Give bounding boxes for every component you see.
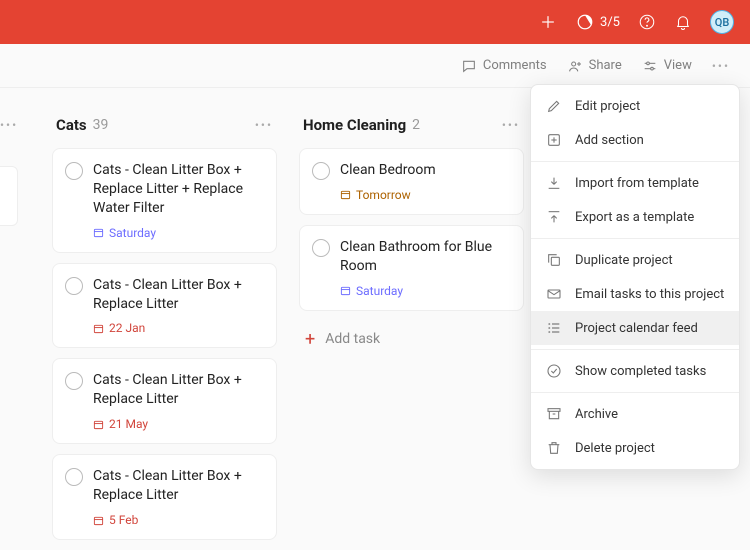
complete-checkbox[interactable] — [312, 162, 330, 180]
task-due: 22 Jan — [93, 321, 264, 335]
menu-item-show-completed-tasks[interactable]: Show completed tasks — [531, 354, 739, 388]
comments-label: Comments — [483, 58, 547, 73]
project-context-menu: Edit project Add section Import from templ… — [530, 84, 740, 470]
archive-icon — [545, 405, 563, 423]
progress-icon[interactable] — [576, 13, 594, 31]
column-header: Home Cleaning 2 ••• — [299, 116, 524, 148]
menu-item-add-section[interactable]: Add section — [531, 123, 739, 157]
menu-item-label: Delete project — [575, 441, 655, 456]
mail-icon — [545, 285, 563, 303]
task-title: Clean Bathroom for Blue Room — [340, 238, 511, 276]
plus-box-icon — [545, 131, 563, 149]
task-title: Cats - Clean Litter Box + Replace Litter — [93, 276, 264, 314]
menu-item-edit-project[interactable]: Edit project — [531, 89, 739, 123]
menu-item-label: Edit project — [575, 99, 640, 114]
column-home-cleaning: Home Cleaning 2 ••• Clean Bedroom Tomorr… — [299, 116, 524, 550]
check-circle-icon — [545, 362, 563, 380]
more-icon[interactable]: ••• — [0, 116, 30, 132]
menu-item-label: Add section — [575, 133, 644, 148]
task-card[interactable]: Cats - Clean Litter Box + Replace Litter… — [52, 148, 277, 253]
menu-item-export-as-a-template[interactable]: Export as a template — [531, 200, 739, 234]
column-title: Home Cleaning — [303, 116, 406, 134]
menu-item-email-tasks-to-this-project[interactable]: Email tasks to this project — [531, 277, 739, 311]
menu-item-project-calendar-feed[interactable]: Project calendar feed — [531, 311, 739, 345]
task-title: Cats - Clean Litter Box + Replace Litter — [93, 467, 264, 505]
task-card[interactable]: Clean Bedroom Tomorrow — [299, 148, 524, 215]
avatar[interactable]: QB — [710, 10, 734, 34]
menu-item-label: Import from template — [575, 176, 699, 191]
task-due: Saturday — [93, 226, 264, 240]
view-label: View — [664, 58, 692, 73]
upload-icon — [545, 208, 563, 226]
task-due: 21 May — [93, 417, 264, 431]
share-button[interactable]: Share — [567, 58, 622, 74]
task-title: Cats - Clean Litter Box + Replace Litter… — [93, 161, 264, 218]
menu-item-delete-project[interactable]: Delete project — [531, 431, 739, 465]
duplicate-icon — [545, 251, 563, 269]
add-task-button[interactable]: + Add task — [299, 321, 524, 358]
topbar: 3/5 QB — [0, 0, 750, 44]
add-task-label: Add task — [325, 331, 380, 347]
column-count: 2 — [412, 117, 420, 133]
add-icon[interactable] — [538, 12, 558, 32]
menu-separator — [531, 392, 739, 393]
menu-separator — [531, 349, 739, 350]
share-label: Share — [589, 58, 622, 73]
menu-item-label: Duplicate project — [575, 253, 673, 268]
complete-checkbox[interactable] — [65, 468, 83, 486]
menu-separator — [531, 238, 739, 239]
column-title: Cats — [56, 116, 87, 134]
task-due: 5 Feb — [93, 513, 264, 527]
list-icon — [545, 319, 563, 337]
bell-icon[interactable] — [674, 13, 692, 31]
menu-item-label: Project calendar feed — [575, 321, 698, 336]
column-count: 39 — [93, 117, 109, 133]
help-icon[interactable] — [638, 13, 656, 31]
menu-item-import-from-template[interactable]: Import from template — [531, 166, 739, 200]
menu-separator — [531, 161, 739, 162]
more-icon[interactable]: ••• — [712, 59, 730, 73]
menu-item-label: Email tasks to this project — [575, 287, 724, 302]
progress-text: 3/5 — [600, 15, 620, 30]
task-due: Saturday — [340, 284, 511, 298]
task-card[interactable]: Clean Bathroom for Blue Room Saturday — [299, 225, 524, 311]
complete-checkbox[interactable] — [65, 277, 83, 295]
pencil-icon — [545, 97, 563, 115]
view-button[interactable]: View — [642, 58, 692, 74]
project-toolbar: Comments Share View ••• — [0, 44, 750, 88]
task-due: Tomorrow — [340, 188, 511, 202]
more-icon[interactable]: ••• — [255, 118, 273, 132]
column-header: Cats 39 ••• — [52, 116, 277, 148]
task-title: Cats - Clean Litter Box + Replace Litter — [93, 371, 264, 409]
menu-item-archive[interactable]: Archive — [531, 397, 739, 431]
trash-icon — [545, 439, 563, 457]
complete-checkbox[interactable] — [65, 372, 83, 390]
complete-checkbox[interactable] — [65, 162, 83, 180]
more-icon[interactable]: ••• — [502, 118, 520, 132]
prev-column-sliver: ••• — [0, 116, 30, 550]
download-icon — [545, 174, 563, 192]
menu-item-label: Archive — [575, 407, 618, 422]
complete-checkbox[interactable] — [312, 239, 330, 257]
task-card[interactable]: Cats - Clean Litter Box + Replace Litter… — [52, 454, 277, 540]
plus-icon: + — [305, 329, 315, 350]
menu-item-duplicate-project[interactable]: Duplicate project — [531, 243, 739, 277]
task-title: Clean Bedroom — [340, 161, 511, 180]
column-cats: Cats 39 ••• Cats - Clean Litter Box + Re… — [52, 116, 277, 550]
card-sliver — [0, 166, 18, 226]
menu-item-label: Export as a template — [575, 210, 694, 225]
task-card[interactable]: Cats - Clean Litter Box + Replace Litter… — [52, 263, 277, 349]
comments-button[interactable]: Comments — [461, 58, 547, 74]
menu-item-label: Show completed tasks — [575, 364, 706, 379]
task-card[interactable]: Cats - Clean Litter Box + Replace Litter… — [52, 358, 277, 444]
